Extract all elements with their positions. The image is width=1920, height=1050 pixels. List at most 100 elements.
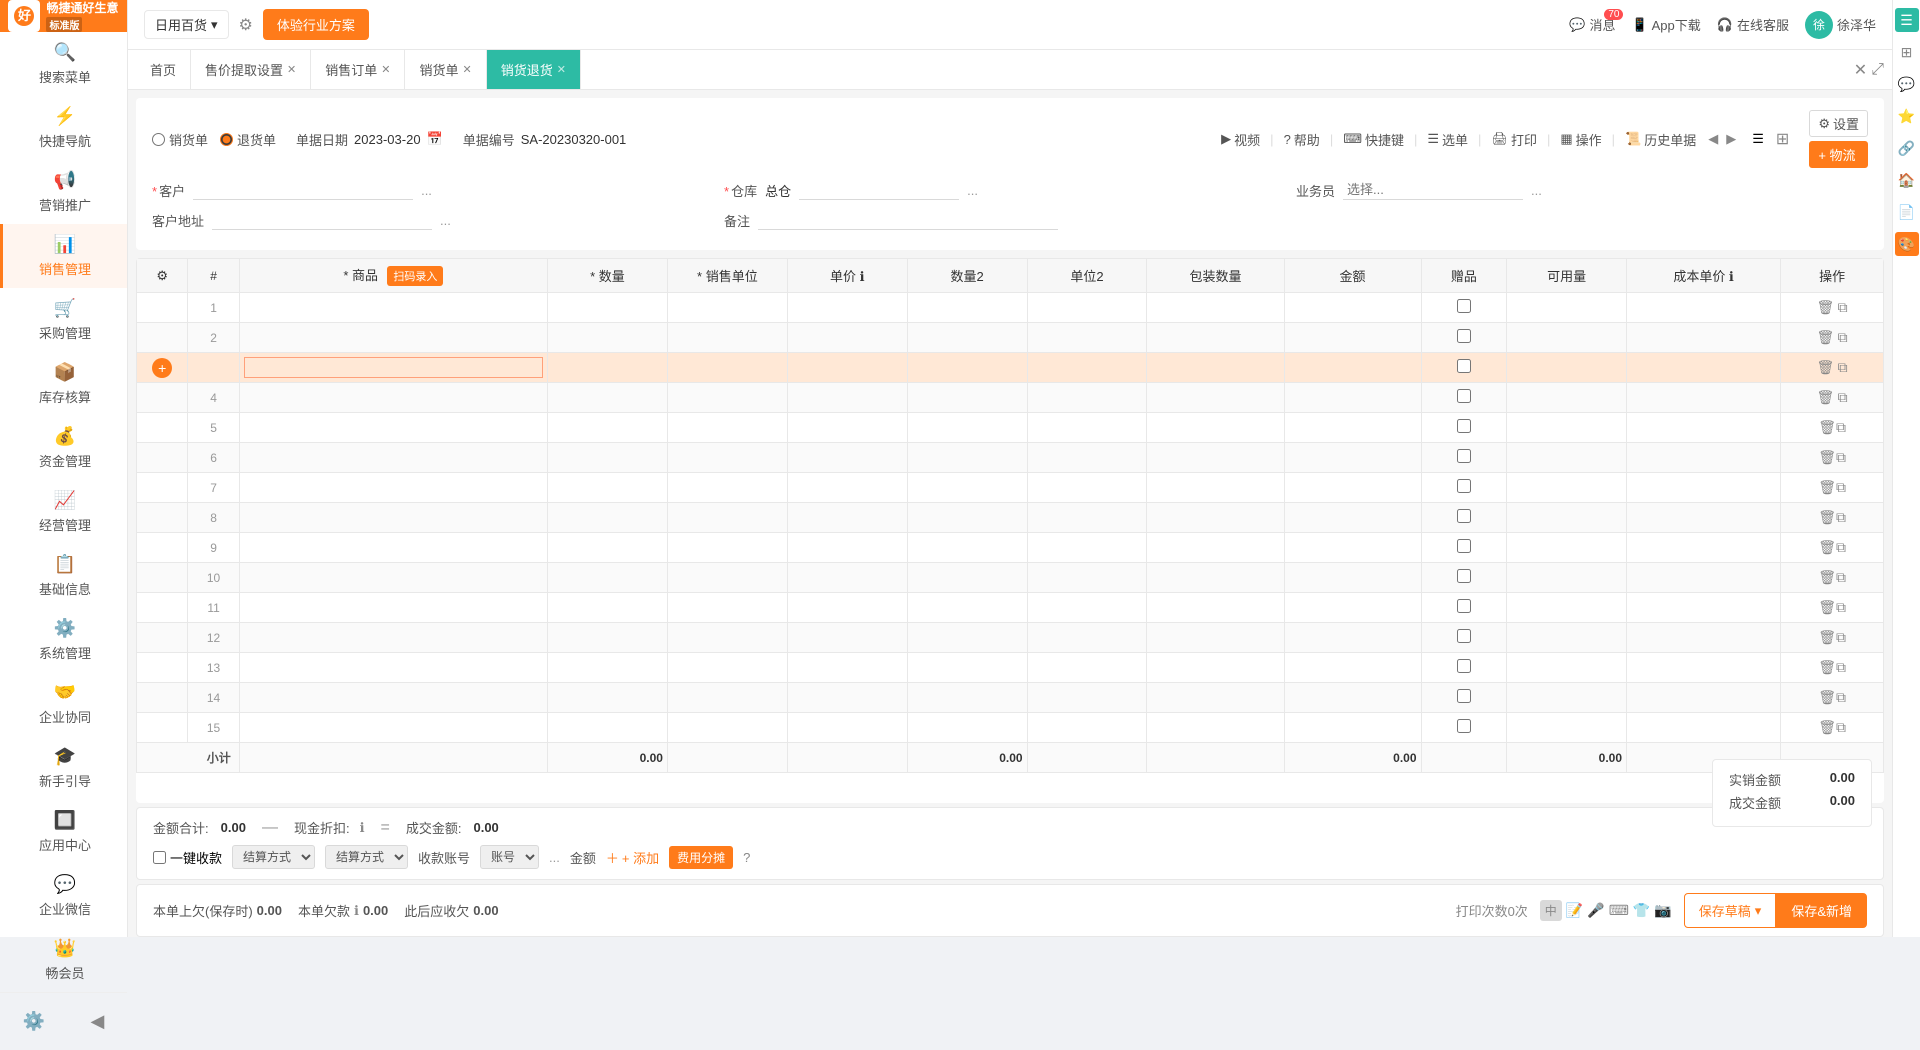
row-qty2-4[interactable]	[907, 383, 1027, 413]
tab-sales-return[interactable]: 销货退货 ✕	[487, 50, 581, 90]
debit-icon[interactable]: ℹ	[354, 903, 359, 919]
status-icon-6[interactable]: 📷	[1654, 902, 1671, 919]
row-qty-1[interactable]	[548, 293, 668, 323]
row-price-4[interactable]	[787, 383, 907, 413]
customer-dots-btn[interactable]: ...	[421, 183, 432, 198]
logistics-btn[interactable]: + 物流	[1809, 141, 1868, 168]
row-price-2[interactable]	[787, 323, 907, 353]
copy-icon-8[interactable]: ⧉	[1836, 509, 1846, 526]
copy-icon-15[interactable]: ⧉	[1836, 719, 1846, 736]
row-cost-2[interactable]	[1627, 323, 1781, 353]
warehouse-dots-btn[interactable]: ...	[967, 183, 978, 198]
shortcut-keys-btn[interactable]: ⌨ 快捷键	[1343, 130, 1404, 149]
sidebar-item-basic-info[interactable]: 📋 基础信息	[0, 544, 127, 608]
sidebar-item-newbie[interactable]: 🎓 新手引导	[0, 736, 127, 800]
radio-return-input[interactable]	[220, 133, 233, 146]
calendar-icon[interactable]: 📅	[427, 131, 443, 147]
fee-help-icon[interactable]: ?	[743, 850, 750, 865]
gift-checkbox-1[interactable]	[1457, 299, 1471, 313]
delete-icon-2[interactable]: 🗑	[1817, 329, 1835, 346]
sidebar-item-inventory[interactable]: 📦 库存核算	[0, 352, 127, 416]
row-gift-3[interactable]	[1421, 353, 1507, 383]
delete-icon-9[interactable]: 🗑	[1818, 539, 1836, 556]
sidebar-item-operations[interactable]: 📈 经营管理	[0, 480, 127, 544]
gift-checkbox-9[interactable]	[1457, 539, 1471, 553]
row-unit-4[interactable]	[667, 383, 787, 413]
sidebar-item-app-center[interactable]: 🔲 应用中心	[0, 800, 127, 864]
copy-icon-7[interactable]: ⧉	[1836, 479, 1846, 496]
tab-close-all-icon[interactable]: ✕	[1854, 60, 1867, 80]
copy-icon-11[interactable]: ⧉	[1836, 599, 1846, 616]
status-icon-5[interactable]: 👕	[1633, 902, 1650, 919]
row-unit-3[interactable]	[667, 353, 787, 383]
account-select[interactable]: 账号	[480, 845, 539, 869]
status-icon-1[interactable]: 中	[1540, 900, 1562, 921]
row-qty2-3[interactable]	[907, 353, 1027, 383]
settings-gear-icon[interactable]: ⚙	[239, 15, 253, 35]
right-sidebar-item-grid[interactable]: ⊞	[1895, 40, 1919, 64]
gift-checkbox-15[interactable]	[1457, 719, 1471, 733]
row-avail-4[interactable]	[1507, 383, 1627, 413]
nav-prev-icon[interactable]: ◀	[1708, 131, 1718, 147]
tab-sales-invoice-close-icon[interactable]: ✕	[463, 63, 472, 76]
sidebar-item-search[interactable]: 🔍 搜索菜单	[0, 32, 127, 96]
radio-sale-input[interactable]	[152, 133, 165, 146]
copy-icon-10[interactable]: ⧉	[1836, 569, 1846, 586]
settings-btn[interactable]: ⚙ 设置	[1809, 110, 1868, 137]
calc-method-select[interactable]: 结算方式	[232, 845, 315, 869]
sidebar-collapse-btn[interactable]: ◀	[80, 1001, 114, 1042]
right-sidebar-item-home[interactable]: 🏠	[1895, 168, 1919, 192]
copy-icon-6[interactable]: ⧉	[1836, 449, 1846, 466]
tab-price-extract-close-icon[interactable]: ✕	[287, 63, 296, 76]
delete-icon-7[interactable]: 🗑	[1818, 479, 1836, 496]
delete-icon-11[interactable]: 🗑	[1818, 599, 1836, 616]
delete-icon-6[interactable]: 🗑	[1818, 449, 1836, 466]
gift-checkbox-13[interactable]	[1457, 659, 1471, 673]
scan-enter-btn[interactable]: 扫码录入	[387, 266, 443, 286]
row-cost-3[interactable]	[1627, 353, 1781, 383]
sidebar-item-finance[interactable]: 💰 资金管理	[0, 416, 127, 480]
experience-btn[interactable]: 体验行业方案	[263, 9, 369, 40]
copy-icon-4[interactable]: ⧉	[1838, 389, 1848, 406]
row-price-3[interactable]	[787, 353, 907, 383]
status-icon-3[interactable]: 🎤	[1587, 902, 1604, 919]
help-btn[interactable]: ? 帮助	[1284, 130, 1320, 149]
radio-sale[interactable]: 销货单	[152, 130, 208, 149]
gift-checkbox-14[interactable]	[1457, 689, 1471, 703]
row-unit2-2[interactable]	[1027, 323, 1147, 353]
row-unit2-3[interactable]	[1027, 353, 1147, 383]
row-avail-3[interactable]	[1507, 353, 1627, 383]
sidebar-item-system[interactable]: ⚙️ 系统管理	[0, 608, 127, 672]
row-avail-2[interactable]	[1507, 323, 1627, 353]
sidebar-item-member[interactable]: 👑 畅会员	[0, 928, 127, 992]
row-gift-1[interactable]	[1421, 293, 1507, 323]
row-avail-1[interactable]	[1507, 293, 1627, 323]
remark-input[interactable]	[758, 210, 1058, 230]
sidebar-item-shortcuts[interactable]: ⚡ 快捷导航	[0, 96, 127, 160]
row-amount-4[interactable]	[1284, 383, 1421, 413]
delete-icon-14[interactable]: 🗑	[1818, 689, 1836, 706]
user-profile-btn[interactable]: 徐 徐泽华	[1805, 11, 1876, 39]
delete-icon-5[interactable]: 🗑	[1818, 419, 1836, 436]
row-pack-3[interactable]	[1147, 353, 1284, 383]
gift-checkbox-4[interactable]	[1457, 389, 1471, 403]
view-grid-icon[interactable]: ⊞	[1776, 129, 1789, 149]
gift-checkbox-10[interactable]	[1457, 569, 1471, 583]
salesperson-dots-btn[interactable]: ...	[1531, 183, 1542, 198]
row-qty2-2[interactable]	[907, 323, 1027, 353]
gift-checkbox-5[interactable]	[1457, 419, 1471, 433]
row-product-1[interactable]	[239, 293, 547, 323]
row-cost-1[interactable]	[1627, 293, 1781, 323]
add-row-btn[interactable]: +	[152, 358, 172, 378]
gift-checkbox-8[interactable]	[1457, 509, 1471, 523]
save-draft-btn[interactable]: 保存草稿 ▾	[1684, 893, 1777, 928]
delete-icon-8[interactable]: 🗑	[1818, 509, 1836, 526]
right-sidebar-item-star[interactable]: ⭐	[1895, 104, 1919, 128]
product-input-3[interactable]	[244, 357, 543, 378]
gift-checkbox-11[interactable]	[1457, 599, 1471, 613]
nav-next-icon[interactable]: ▶	[1726, 131, 1736, 147]
row-qty-4[interactable]	[548, 383, 668, 413]
salesperson-input[interactable]	[1343, 180, 1523, 200]
tab-expand-icon[interactable]: ⤢	[1871, 61, 1884, 79]
save-new-btn[interactable]: 保存&新增	[1776, 893, 1867, 928]
